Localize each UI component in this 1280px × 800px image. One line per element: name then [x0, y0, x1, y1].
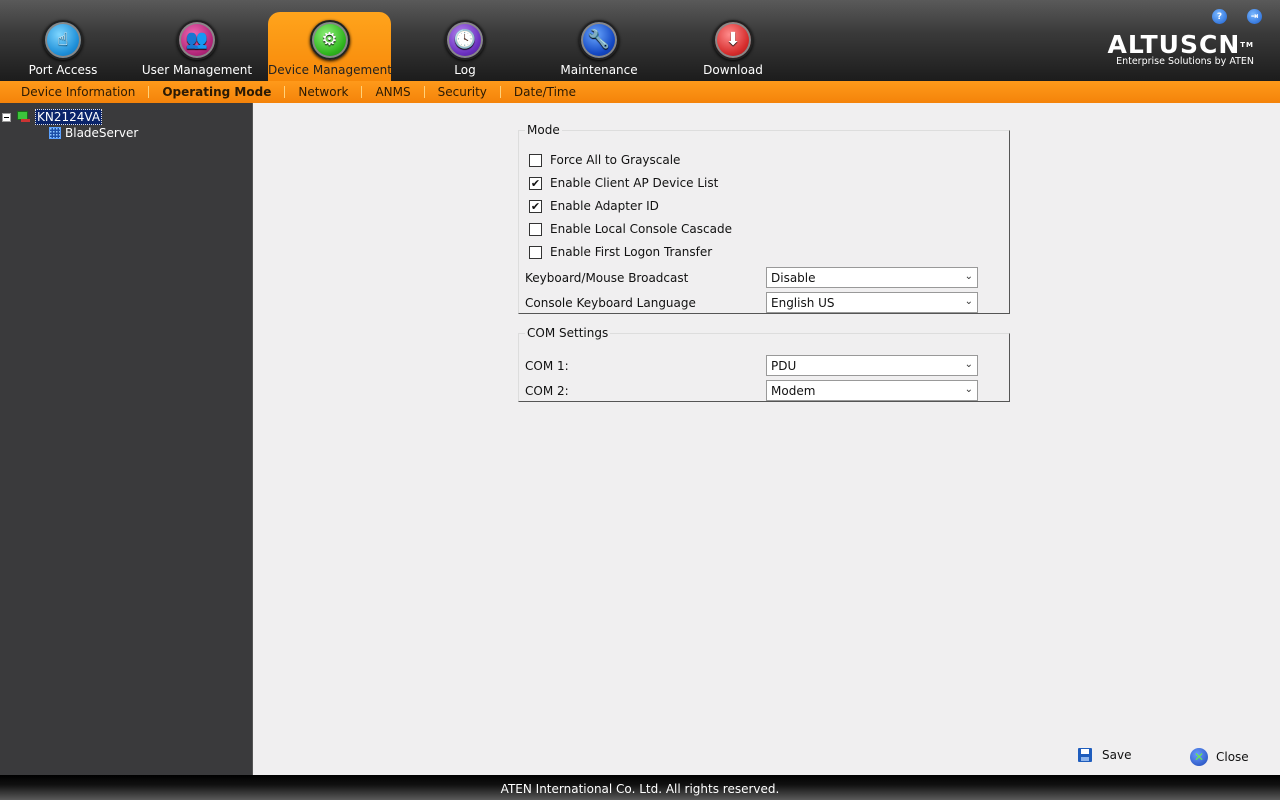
nav-tab-log[interactable]: 🕓 Log — [420, 12, 510, 81]
blade-server-icon — [49, 127, 61, 139]
checkbox[interactable]: ✔ — [529, 176, 542, 190]
tree-node-root[interactable]: KN2124VA — [2, 109, 103, 125]
select-value: PDU — [771, 359, 797, 373]
com-settings-group: COM Settings COM 1: PDU ⌄ COM 2: Modem ⌄ — [518, 326, 1010, 402]
chevron-down-icon: ⌄ — [964, 271, 973, 282]
nav-tab-device-management[interactable]: ⚙ Device Management — [268, 12, 392, 81]
checkbox-label: Enable Adapter ID — [550, 199, 659, 213]
mode-legend: Mode — [527, 123, 560, 137]
main-content: Mode Force All to Grayscale ✔ Enable Cli… — [254, 103, 1280, 775]
checkbox-label: Enable First Logon Transfer — [550, 245, 713, 259]
com-settings-legend: COM Settings — [527, 326, 609, 340]
download-icon: ⬇ — [713, 20, 753, 60]
nav-tab-label: Download — [703, 63, 763, 77]
nav-tab-label: Device Management — [268, 63, 392, 77]
copyright-text: ATEN International Co. Ltd. All rights r… — [500, 782, 780, 796]
logout-icon[interactable]: ⇥ — [1247, 9, 1262, 24]
altusen-logo: ALTUSCNTM Enterprise Solutions by ATEN — [1107, 30, 1254, 68]
subnav-security[interactable]: Security — [425, 85, 500, 99]
nav-tab-port-access[interactable]: ☝ Port Access — [8, 12, 118, 81]
com2-select[interactable]: Modem ⌄ — [766, 380, 978, 401]
close-button[interactable]: ✕ Close — [1190, 748, 1249, 766]
logo-tagline: Enterprise Solutions by ATEN — [1116, 56, 1254, 67]
com1-select[interactable]: PDU ⌄ — [766, 355, 978, 376]
nav-tab-label: Log — [454, 63, 476, 77]
logo-brand: ALTUSCN — [1107, 30, 1241, 59]
computer-icon — [15, 111, 31, 123]
checkbox-first-logon-transfer[interactable]: Enable First Logon Transfer — [529, 245, 712, 259]
wrench-disc-icon: 🔧 — [579, 20, 619, 60]
nav-tab-label: Maintenance — [560, 63, 638, 77]
keyboard-language-select[interactable]: English US ⌄ — [766, 292, 978, 313]
select-value: Disable — [771, 271, 816, 285]
checkbox-client-ap-device-list[interactable]: ✔ Enable Client AP Device List — [529, 176, 718, 190]
subnav-date-time[interactable]: Date/Time — [501, 85, 589, 99]
com2-label: COM 2: — [525, 384, 569, 398]
clock-document-icon: 🕓 — [445, 20, 485, 60]
select-value: English US — [771, 296, 835, 310]
monitor-hand-icon: ☝ — [43, 20, 83, 60]
mode-group: Mode Force All to Grayscale ✔ Enable Cli… — [518, 123, 1010, 314]
com1-label: COM 1: — [525, 359, 569, 373]
save-button[interactable]: Save — [1078, 748, 1131, 762]
tree-node-child[interactable]: BladeServer — [49, 126, 138, 140]
chevron-down-icon: ⌄ — [964, 359, 973, 370]
tree-node-label[interactable]: BladeServer — [65, 126, 138, 140]
checkbox[interactable] — [529, 245, 542, 259]
floppy-disk-icon — [1078, 748, 1092, 762]
checkbox[interactable] — [529, 153, 542, 167]
checkbox-label: Enable Client AP Device List — [550, 176, 719, 190]
chevron-down-icon: ⌄ — [964, 296, 973, 307]
subnav-device-information[interactable]: Device Information — [8, 85, 148, 99]
select-value: Modem — [771, 384, 816, 398]
checkbox-adapter-id[interactable]: ✔ Enable Adapter ID — [529, 199, 659, 213]
close-label: Close — [1216, 750, 1249, 764]
checkbox-force-grayscale[interactable]: Force All to Grayscale — [529, 153, 680, 167]
km-broadcast-select[interactable]: Disable ⌄ — [766, 267, 978, 288]
checkbox[interactable] — [529, 222, 542, 236]
device-tree-sidebar: KN2124VA BladeServer — [0, 103, 253, 775]
save-label: Save — [1102, 748, 1132, 762]
nav-tab-user-management[interactable]: 👥 User Management — [138, 12, 256, 81]
top-header: ☝ Port Access 👥 User Management ⚙ Device… — [0, 0, 1280, 81]
subnav-bar: Device Information Operating Mode Networ… — [0, 81, 1280, 103]
users-icon: 👥 — [177, 20, 217, 60]
subnav-anms[interactable]: ANMS — [362, 85, 423, 99]
nav-tab-label: Port Access — [28, 63, 98, 77]
nav-tab-maintenance[interactable]: 🔧 Maintenance — [549, 12, 649, 81]
subnav-operating-mode[interactable]: Operating Mode — [149, 85, 284, 99]
checkbox-label: Enable Local Console Cascade — [550, 222, 732, 236]
nav-tab-label: User Management — [141, 63, 253, 77]
chevron-down-icon: ⌄ — [964, 384, 973, 395]
tree-node-label[interactable]: KN2124VA — [35, 109, 103, 125]
footer: ATEN International Co. Ltd. All rights r… — [0, 775, 1280, 800]
gear-device-icon: ⚙ — [309, 20, 350, 60]
collapse-icon[interactable] — [2, 112, 11, 122]
checkbox[interactable]: ✔ — [529, 199, 542, 213]
keyboard-language-label: Console Keyboard Language — [525, 296, 696, 310]
nav-tab-download[interactable]: ⬇ Download — [688, 12, 778, 81]
checkbox-local-console-cascade[interactable]: Enable Local Console Cascade — [529, 222, 732, 236]
checkbox-label: Force All to Grayscale — [550, 153, 681, 167]
logo-tm: TM — [1240, 41, 1254, 49]
km-broadcast-label: Keyboard/Mouse Broadcast — [525, 271, 689, 285]
help-icon[interactable]: ? — [1212, 9, 1227, 24]
close-icon: ✕ — [1190, 748, 1208, 766]
subnav-network[interactable]: Network — [285, 85, 361, 99]
